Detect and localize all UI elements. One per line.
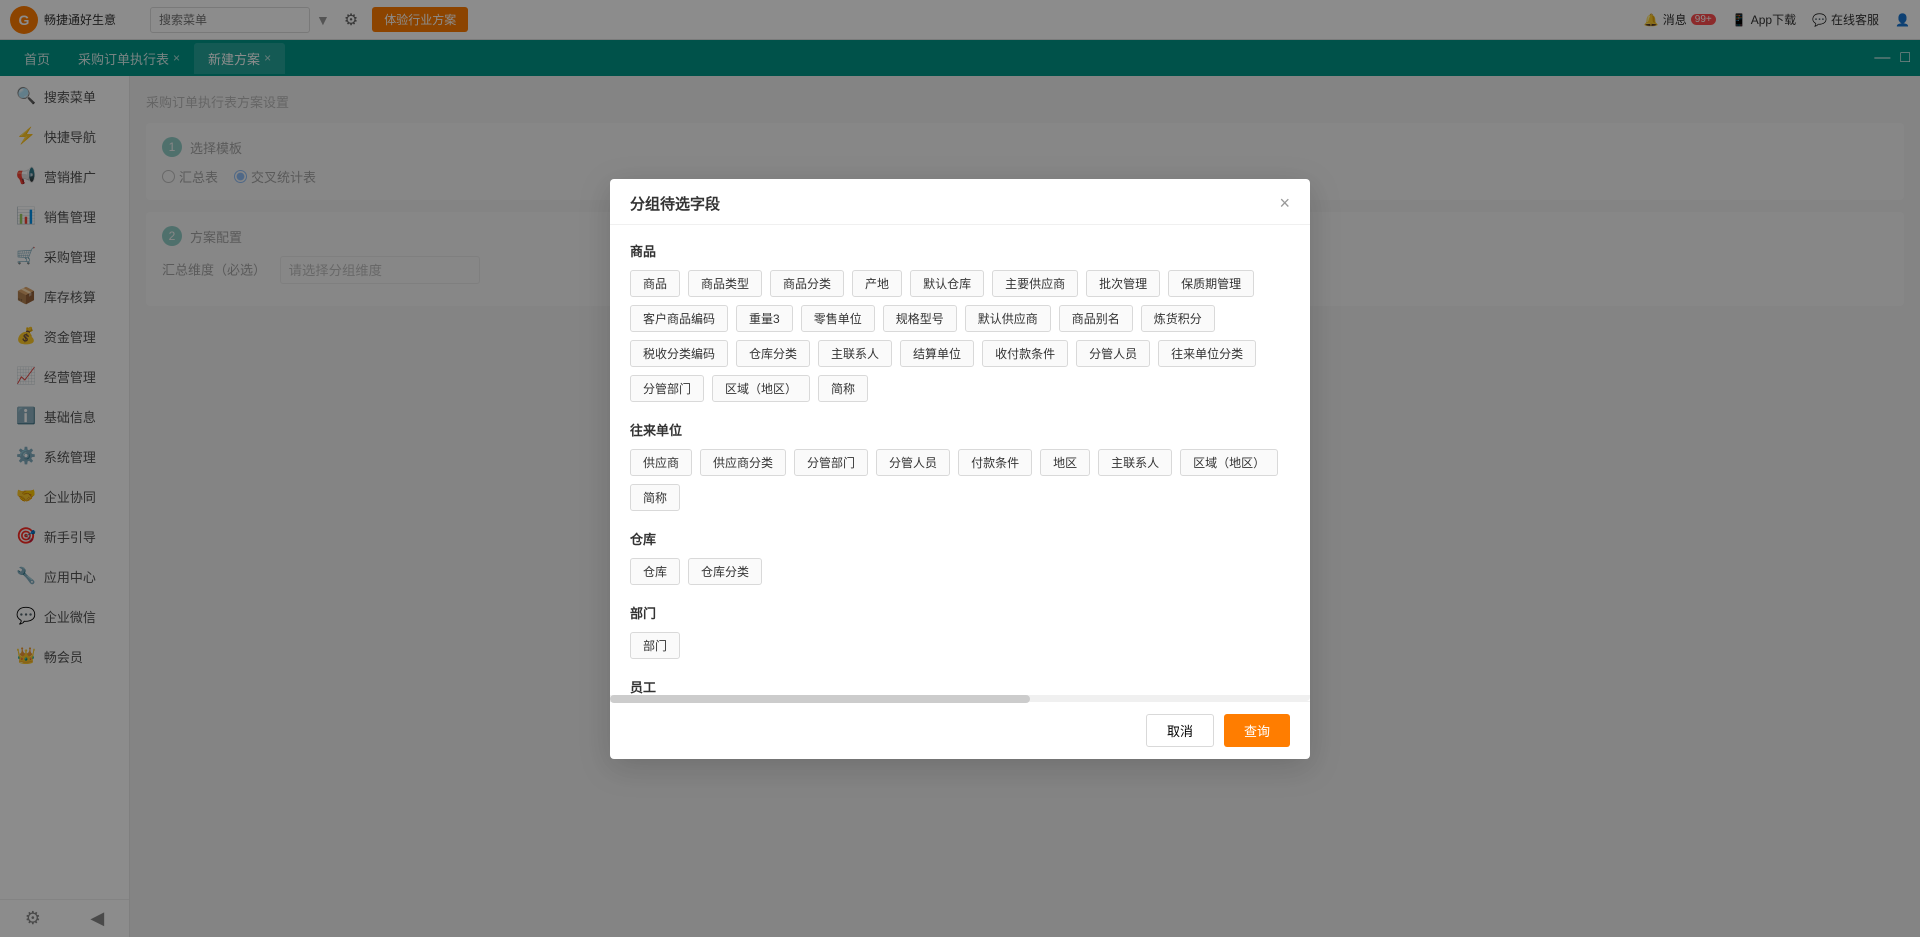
field-tag[interactable]: 批次管理 xyxy=(1086,270,1160,297)
field-select-modal: 分组待选字段 × 商品 商品 商品类型 商品分类 产地 默认仓库 主要供应商 批… xyxy=(610,179,1310,759)
field-tag[interactable]: 保质期管理 xyxy=(1168,270,1254,297)
counterpart-field-tags: 供应商 供应商分类 分管部门 分管人员 付款条件 地区 主联系人 区域（地区） … xyxy=(630,449,1290,511)
field-tag[interactable]: 部门 xyxy=(630,632,680,659)
field-tag[interactable]: 简称 xyxy=(630,484,680,511)
modal-confirm-btn[interactable]: 查询 xyxy=(1224,714,1290,747)
section-warehouse: 仓库 仓库 仓库分类 xyxy=(630,529,1290,585)
modal-cancel-btn[interactable]: 取消 xyxy=(1146,714,1214,747)
field-tag[interactable]: 默认仓库 xyxy=(910,270,984,297)
field-tag[interactable]: 炼货积分 xyxy=(1141,305,1215,332)
field-tag[interactable]: 税收分类编码 xyxy=(630,340,728,367)
field-tag[interactable]: 结算单位 xyxy=(900,340,974,367)
section-goods: 商品 商品 商品类型 商品分类 产地 默认仓库 主要供应商 批次管理 保质期管理… xyxy=(630,241,1290,402)
field-tag[interactable]: 区域（地区） xyxy=(712,375,810,402)
field-tag[interactable]: 主联系人 xyxy=(818,340,892,367)
field-tag[interactable]: 商品 xyxy=(630,270,680,297)
modal-close-btn[interactable]: × xyxy=(1279,193,1290,214)
field-tag[interactable]: 地区 xyxy=(1040,449,1090,476)
field-tag[interactable]: 区域（地区） xyxy=(1180,449,1278,476)
modal-body: 商品 商品 商品类型 商品分类 产地 默认仓库 主要供应商 批次管理 保质期管理… xyxy=(610,225,1310,695)
field-tag[interactable]: 供应商 xyxy=(630,449,692,476)
field-tag[interactable]: 简称 xyxy=(818,375,868,402)
modal-hscrollbar[interactable] xyxy=(610,695,1310,701)
field-tag[interactable]: 分管人员 xyxy=(876,449,950,476)
modal-footer: 取消 查询 xyxy=(610,701,1310,759)
section-goods-title: 商品 xyxy=(630,241,1290,260)
field-tag[interactable]: 收付款条件 xyxy=(982,340,1068,367)
field-tag[interactable]: 商品别名 xyxy=(1059,305,1133,332)
modal-overlay: 分组待选字段 × 商品 商品 商品类型 商品分类 产地 默认仓库 主要供应商 批… xyxy=(0,0,1920,937)
field-tag[interactable]: 默认供应商 xyxy=(965,305,1051,332)
field-tag[interactable]: 规格型号 xyxy=(883,305,957,332)
field-tag[interactable]: 商品分类 xyxy=(770,270,844,297)
warehouse-field-tags: 仓库 仓库分类 xyxy=(630,558,1290,585)
field-tag[interactable]: 产地 xyxy=(852,270,902,297)
field-tag[interactable]: 仓库分类 xyxy=(736,340,810,367)
field-tag[interactable]: 仓库分类 xyxy=(688,558,762,585)
field-tag[interactable]: 分管部门 xyxy=(794,449,868,476)
field-tag[interactable]: 分管人员 xyxy=(1076,340,1150,367)
department-field-tags: 部门 xyxy=(630,632,1290,659)
field-tag[interactable]: 主联系人 xyxy=(1098,449,1172,476)
field-tag[interactable]: 往来单位分类 xyxy=(1158,340,1256,367)
section-department-title: 部门 xyxy=(630,603,1290,622)
field-tag[interactable]: 供应商分类 xyxy=(700,449,786,476)
field-tag[interactable]: 重量3 xyxy=(736,305,793,332)
hscroll-thumb xyxy=(610,695,1030,703)
field-tag[interactable]: 客户商品编码 xyxy=(630,305,728,332)
field-tag[interactable]: 付款条件 xyxy=(958,449,1032,476)
field-tag[interactable]: 零售单位 xyxy=(801,305,875,332)
field-tag[interactable]: 仓库 xyxy=(630,558,680,585)
section-employee-title: 员工 xyxy=(630,677,1290,695)
section-counterpart: 往来单位 供应商 供应商分类 分管部门 分管人员 付款条件 地区 主联系人 区域… xyxy=(630,420,1290,511)
field-tag[interactable]: 主要供应商 xyxy=(992,270,1078,297)
field-tag[interactable]: 商品类型 xyxy=(688,270,762,297)
section-counterpart-title: 往来单位 xyxy=(630,420,1290,439)
modal-header: 分组待选字段 × xyxy=(610,179,1310,225)
section-warehouse-title: 仓库 xyxy=(630,529,1290,548)
section-employee: 员工 业务员 xyxy=(630,677,1290,695)
section-department: 部门 部门 xyxy=(630,603,1290,659)
modal-title: 分组待选字段 xyxy=(630,193,720,214)
field-tag[interactable]: 分管部门 xyxy=(630,375,704,402)
goods-field-tags: 商品 商品类型 商品分类 产地 默认仓库 主要供应商 批次管理 保质期管理 客户… xyxy=(630,270,1290,402)
